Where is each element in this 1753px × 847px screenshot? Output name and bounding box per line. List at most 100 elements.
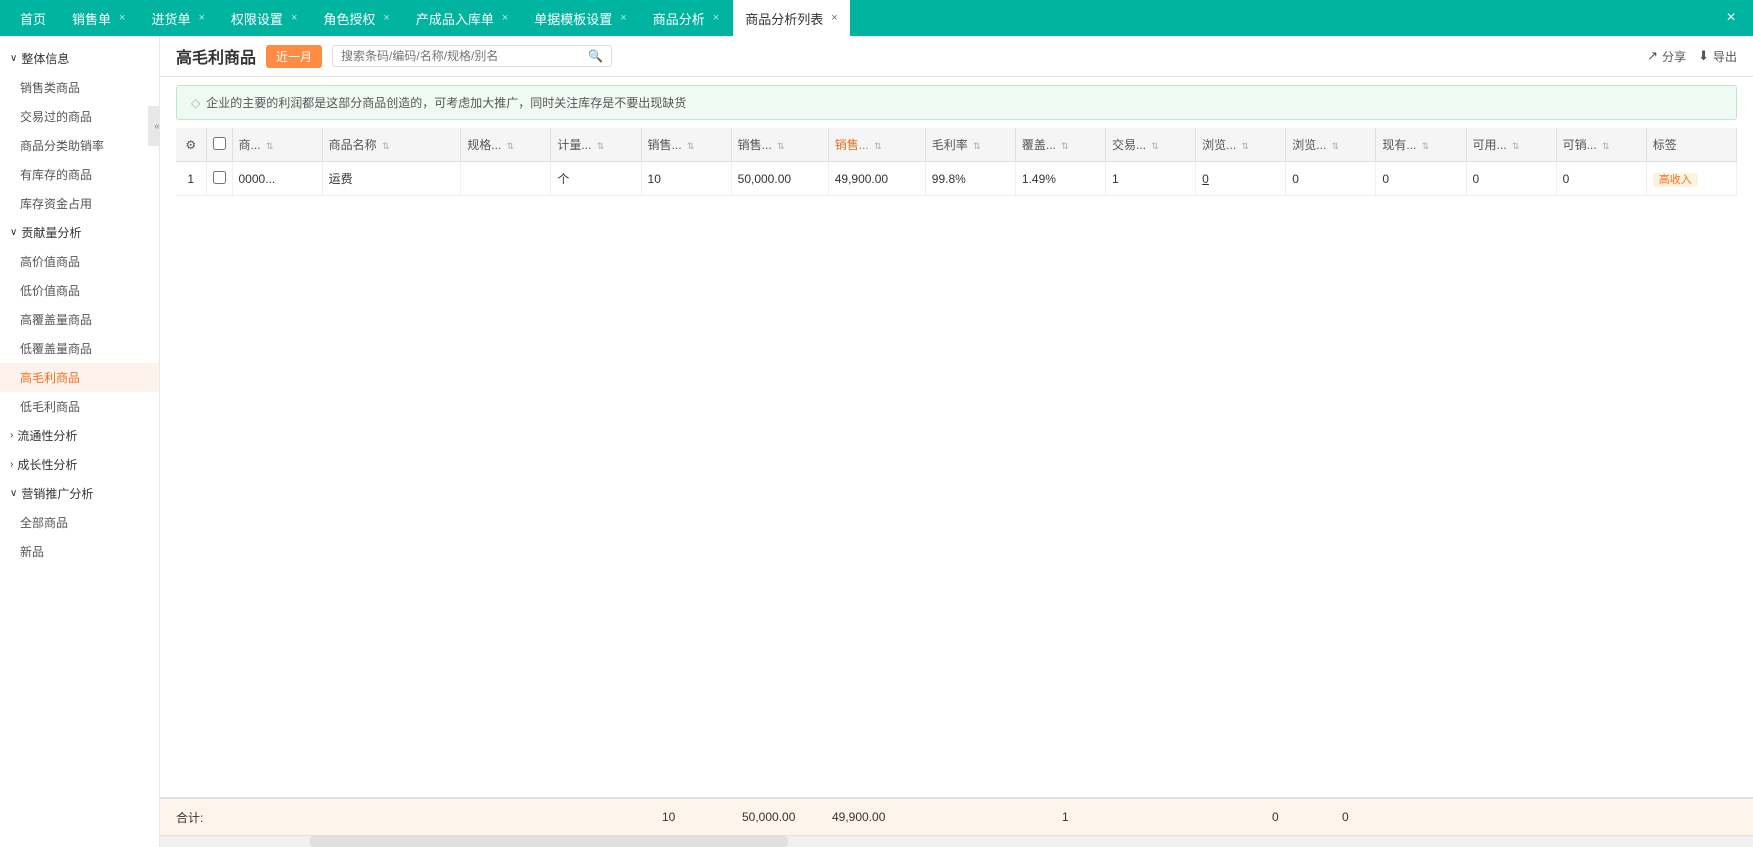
nav-tab-analysis-close[interactable]: × <box>713 12 719 24</box>
sidebar-item-sales-goods[interactable]: 销售类商品 <box>0 73 159 102</box>
main-layout: « ∨ 整体信息 销售类商品 交易过的商品 商品分类助销率 有库存的商品 库存资… <box>0 36 1753 847</box>
col-available[interactable]: 可用... ⇅ <box>1466 128 1556 162</box>
nav-tab-role-close[interactable]: × <box>383 12 389 24</box>
col-sales-qty[interactable]: 销售... ⇅ <box>641 128 731 162</box>
nav-tab-role[interactable]: 角色授权 × <box>311 0 401 36</box>
share-button[interactable]: ↗ 分享 <box>1647 48 1686 65</box>
period-button[interactable]: 近一月 <box>266 45 322 68</box>
group-label-marketing: 营销推广分析 <box>21 485 93 502</box>
nav-tab-permission-close[interactable]: × <box>291 12 297 24</box>
nav-tab-analysis-list-close[interactable]: × <box>831 12 837 24</box>
sort-icon-sales-cost: ⇅ <box>874 141 882 151</box>
col-sales-qty-label: 销售... <box>648 138 682 152</box>
nav-tab-analysis-list[interactable]: 商品分析列表 × <box>733 0 849 36</box>
col-gross-rate[interactable]: 毛利率 ⇅ <box>925 128 1015 162</box>
nav-tab-home[interactable]: 首页 <box>8 0 58 36</box>
nav-tab-product-in-close[interactable]: × <box>502 12 508 24</box>
nav-tab-permission-label: 权限设置 <box>231 9 283 28</box>
footer-available: 0 <box>1336 810 1406 824</box>
sidebar-item-traded-goods[interactable]: 交易过的商品 <box>0 102 159 131</box>
sidebar-item-high-margin[interactable]: 高毛利商品 <box>0 363 159 392</box>
row-checkbox[interactable] <box>206 162 232 196</box>
search-icon[interactable]: 🔍 <box>588 49 603 63</box>
sidebar-item-high-value[interactable]: 高价值商品 <box>0 247 159 276</box>
top-navigation: 首页 销售单 × 进货单 × 权限设置 × 角色授权 × 产成品入库单 × 单据… <box>0 0 1753 36</box>
col-current-stock[interactable]: 现有... ⇅ <box>1376 128 1466 162</box>
nav-tab-product-in[interactable]: 产成品入库单 × <box>404 0 520 36</box>
sidebar-group-marketing[interactable]: ∨ 营销推广分析 <box>0 479 159 508</box>
row-available: 0 <box>1466 162 1556 196</box>
col-name[interactable]: 商品名称 ⇅ <box>322 128 461 162</box>
tag-badge: 高收入 <box>1653 173 1698 187</box>
col-transaction[interactable]: 交易... ⇅ <box>1106 128 1196 162</box>
sidebar-item-category-rate[interactable]: 商品分类助销率 <box>0 131 159 160</box>
select-all-checkbox[interactable] <box>213 137 226 150</box>
sidebar-group-overall[interactable]: ∨ 整体信息 <box>0 44 159 73</box>
row-transaction: 1 <box>1106 162 1196 196</box>
col-sales-amount[interactable]: 销售... ⇅ <box>731 128 828 162</box>
col-current-stock-label: 现有... <box>1382 138 1416 152</box>
row-sales-cost: 49,900.00 <box>828 162 925 196</box>
sidebar-item-stock-capital[interactable]: 库存资金占用 <box>0 189 159 218</box>
sidebar-item-low-value[interactable]: 低价值商品 <box>0 276 159 305</box>
sidebar-item-low-coverage[interactable]: 低覆盖量商品 <box>0 334 159 363</box>
window-close-button[interactable]: × <box>1717 4 1745 32</box>
sort-icon-unit: ⇅ <box>597 141 605 151</box>
col-browse1[interactable]: 浏览... ⇅ <box>1196 128 1286 162</box>
bottom-scrollbar[interactable] <box>160 835 1753 847</box>
col-saleable[interactable]: 可销... ⇅ <box>1556 128 1646 162</box>
browse1-link[interactable]: 0 <box>1202 172 1209 186</box>
share-icon: ↗ <box>1647 48 1658 64</box>
nav-tab-sales-label: 销售单 <box>72 9 111 28</box>
settings-icon[interactable]: ⚙ <box>185 138 196 152</box>
col-unit[interactable]: 计量... ⇅ <box>551 128 641 162</box>
footer-sales-amount: 50,000.00 <box>736 810 826 824</box>
col-settings[interactable]: ⚙ <box>176 128 206 162</box>
table-header-row: ⚙ 商... ⇅ 商品名称 ⇅ <box>176 128 1737 162</box>
nav-tab-purchase[interactable]: 进货单 × <box>139 0 216 36</box>
row-select-checkbox[interactable] <box>213 171 226 184</box>
nav-tab-sales-close[interactable]: × <box>119 12 125 24</box>
sort-icon-sales-amount: ⇅ <box>777 141 785 151</box>
row-browse2: 0 <box>1286 162 1376 196</box>
nav-tab-template[interactable]: 单据模板设置 × <box>522 0 638 36</box>
nav-tab-role-label: 角色授权 <box>323 9 375 28</box>
sidebar-group-contribution[interactable]: ∨ 贡献量分析 <box>0 218 159 247</box>
search-input[interactable] <box>341 49 582 63</box>
sort-icon-spec: ⇅ <box>507 141 515 151</box>
nav-tab-template-close[interactable]: × <box>620 12 626 24</box>
footer-sales-cost: 49,900.00 <box>826 810 916 824</box>
row-browse1[interactable]: 0 <box>1196 162 1286 196</box>
group-label-contribution: 贡献量分析 <box>21 224 81 241</box>
group-label-liquidity: 流通性分析 <box>17 427 77 444</box>
nav-tab-purchase-close[interactable]: × <box>198 12 204 24</box>
sort-icon-name: ⇅ <box>382 141 390 151</box>
sidebar-item-low-margin[interactable]: 低毛利商品 <box>0 392 159 421</box>
export-icon: ⬇ <box>1698 48 1709 64</box>
nav-tab-analysis[interactable]: 商品分析 × <box>641 0 731 36</box>
col-code[interactable]: 商... ⇅ <box>232 128 322 162</box>
row-gross-rate: 99.8% <box>925 162 1015 196</box>
nav-tab-sales[interactable]: 销售单 × <box>60 0 137 36</box>
nav-tab-permission[interactable]: 权限设置 × <box>219 0 309 36</box>
sidebar-group-growth[interactable]: › 成长性分析 <box>0 450 159 479</box>
col-coverage[interactable]: 覆盖... ⇅ <box>1015 128 1105 162</box>
sidebar-item-all-goods[interactable]: 全部商品 <box>0 508 159 537</box>
sidebar-item-high-coverage[interactable]: 高覆盖量商品 <box>0 305 159 334</box>
col-gross-rate-label: 毛利率 <box>932 138 968 152</box>
sidebar-collapse-button[interactable]: « <box>148 106 160 146</box>
sidebar-item-in-stock[interactable]: 有库存的商品 <box>0 160 159 189</box>
sidebar-item-new-goods[interactable]: 新品 <box>0 537 159 566</box>
nav-tab-home-label: 首页 <box>20 9 46 28</box>
export-button[interactable]: ⬇ 导出 <box>1698 48 1737 65</box>
row-num: 1 <box>176 162 206 196</box>
col-browse2[interactable]: 浏览... ⇅ <box>1286 128 1376 162</box>
col-coverage-label: 覆盖... <box>1022 138 1056 152</box>
page-title: 高毛利商品 <box>176 44 256 68</box>
col-sales-cost[interactable]: 销售... ⇅ <box>828 128 925 162</box>
col-checkbox[interactable] <box>206 128 232 162</box>
sidebar-group-liquidity[interactable]: › 流通性分析 <box>0 421 159 450</box>
col-spec[interactable]: 规格... ⇅ <box>461 128 551 162</box>
table-container[interactable]: ⚙ 商... ⇅ 商品名称 ⇅ <box>160 128 1753 797</box>
footer-totals: 合计: 10 50,000.00 49,900.00 1 0 0 <box>160 797 1753 835</box>
